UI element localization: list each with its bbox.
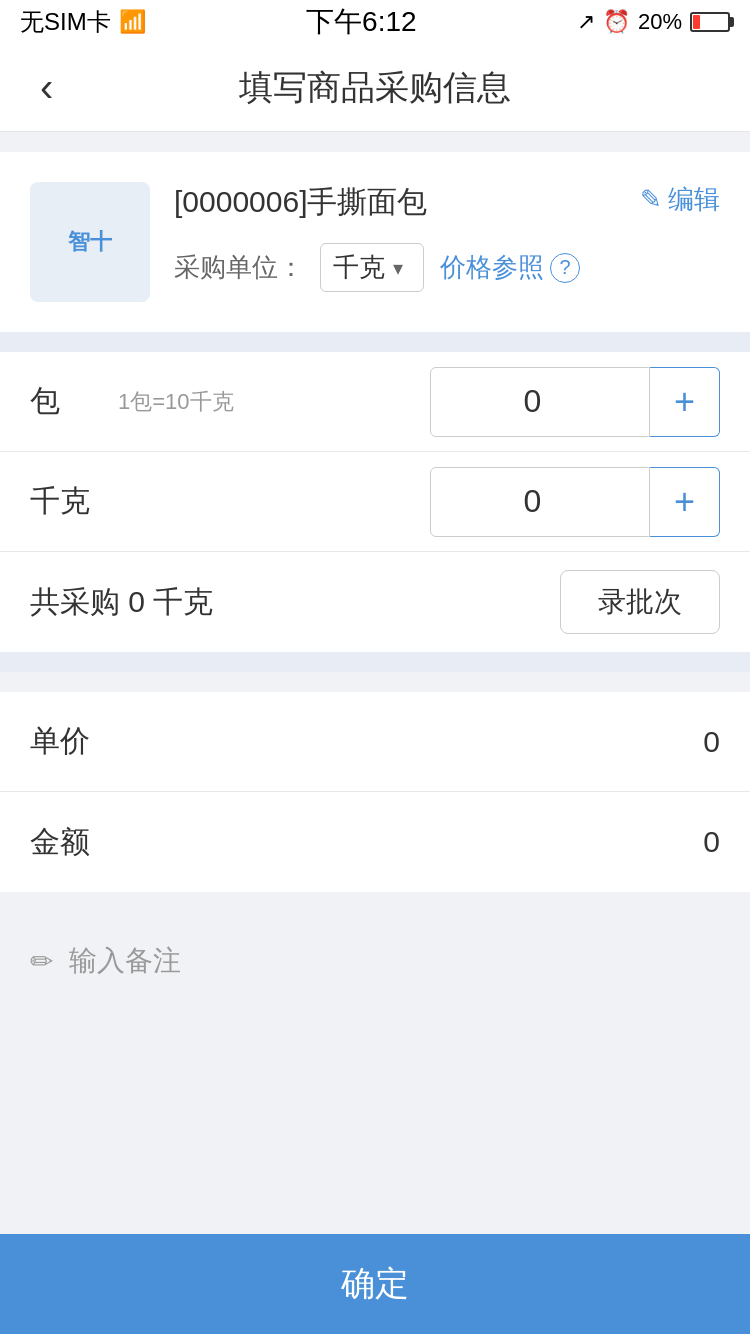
kg-plus-button[interactable]: + bbox=[650, 467, 720, 537]
status-right: ↗ ⏰ 20% bbox=[577, 9, 730, 35]
product-card: 智十 [0000006]手撕面包 ✎ 编辑 采购单位： 千克 ▾ 价格参照 ? bbox=[0, 152, 750, 332]
note-input-area[interactable]: ✏ 输入备注 bbox=[30, 942, 720, 980]
summary-row: 共采购 0 千克 录批次 bbox=[0, 552, 750, 652]
pack-sublabel: 1包=10千克 bbox=[118, 387, 234, 417]
section-divider-2 bbox=[0, 652, 750, 672]
unit-price-value: 0 bbox=[703, 725, 720, 759]
battery-icon bbox=[690, 12, 730, 32]
amount-row: 金额 0 bbox=[0, 792, 750, 892]
edit-button[interactable]: ✎ 编辑 bbox=[640, 182, 720, 217]
alarm-icon: ⏰ bbox=[603, 9, 630, 35]
product-info: [0000006]手撕面包 ✎ 编辑 采购单位： 千克 ▾ 价格参照 ? bbox=[174, 182, 720, 292]
product-name: [0000006]手撕面包 bbox=[174, 182, 427, 223]
kg-label: 千克 bbox=[30, 481, 110, 522]
status-bar: 无SIM卡 📶 下午6:12 ↗ ⏰ 20% bbox=[0, 0, 750, 44]
chevron-down-icon: ▾ bbox=[393, 256, 403, 280]
pack-input-group: + bbox=[430, 367, 720, 437]
unit-value: 千克 bbox=[333, 250, 385, 285]
unit-select[interactable]: 千克 ▾ bbox=[320, 243, 424, 292]
note-placeholder: 输入备注 bbox=[69, 942, 181, 980]
battery-percent: 20% bbox=[638, 9, 682, 35]
page-title: 填写商品采购信息 bbox=[239, 65, 511, 111]
input-section: 包 1包=10千克 + 千克 + 共采购 0 千克 录批次 bbox=[0, 352, 750, 652]
wifi-icon: 📶 bbox=[119, 9, 146, 35]
nav-bar: ‹ 填写商品采购信息 bbox=[0, 44, 750, 132]
confirm-button[interactable]: 确定 bbox=[0, 1234, 750, 1334]
kg-input[interactable] bbox=[430, 467, 650, 537]
summary-text: 共采购 0 千克 bbox=[30, 582, 213, 623]
product-image-label: 智十 bbox=[68, 227, 112, 257]
note-section: ✏ 输入备注 bbox=[0, 912, 750, 1212]
kg-input-group: + bbox=[430, 467, 720, 537]
pack-row: 包 1包=10千克 + bbox=[0, 352, 750, 452]
pencil-icon: ✏ bbox=[30, 945, 53, 978]
help-icon: ? bbox=[550, 253, 580, 283]
location-icon: ↗ bbox=[577, 9, 595, 35]
edit-label: 编辑 bbox=[668, 182, 720, 217]
unit-price-row: 单价 0 bbox=[0, 692, 750, 792]
back-button[interactable]: ‹ bbox=[30, 55, 63, 120]
price-ref-label: 价格参照 bbox=[440, 250, 544, 285]
amount-value: 0 bbox=[703, 825, 720, 859]
price-section: 单价 0 金额 0 bbox=[0, 692, 750, 892]
kg-row: 千克 + bbox=[0, 452, 750, 552]
record-batch-button[interactable]: 录批次 bbox=[560, 570, 720, 634]
edit-icon: ✎ bbox=[640, 184, 662, 215]
price-ref-button[interactable]: 价格参照 ? bbox=[440, 250, 580, 285]
unit-label: 采购单位： bbox=[174, 250, 304, 285]
status-time: 下午6:12 bbox=[306, 3, 417, 41]
pack-label: 包 bbox=[30, 381, 110, 422]
pack-input[interactable] bbox=[430, 367, 650, 437]
product-image: 智十 bbox=[30, 182, 150, 302]
carrier-label: 无SIM卡 bbox=[20, 6, 111, 38]
product-unit: 采购单位： 千克 ▾ 价格参照 ? bbox=[174, 243, 720, 292]
pack-plus-button[interactable]: + bbox=[650, 367, 720, 437]
battery-fill bbox=[693, 15, 700, 29]
amount-label: 金额 bbox=[30, 822, 90, 863]
unit-price-label: 单价 bbox=[30, 721, 90, 762]
section-divider-1 bbox=[0, 332, 750, 352]
status-left: 无SIM卡 📶 bbox=[20, 6, 146, 38]
product-header: [0000006]手撕面包 ✎ 编辑 bbox=[174, 182, 720, 223]
